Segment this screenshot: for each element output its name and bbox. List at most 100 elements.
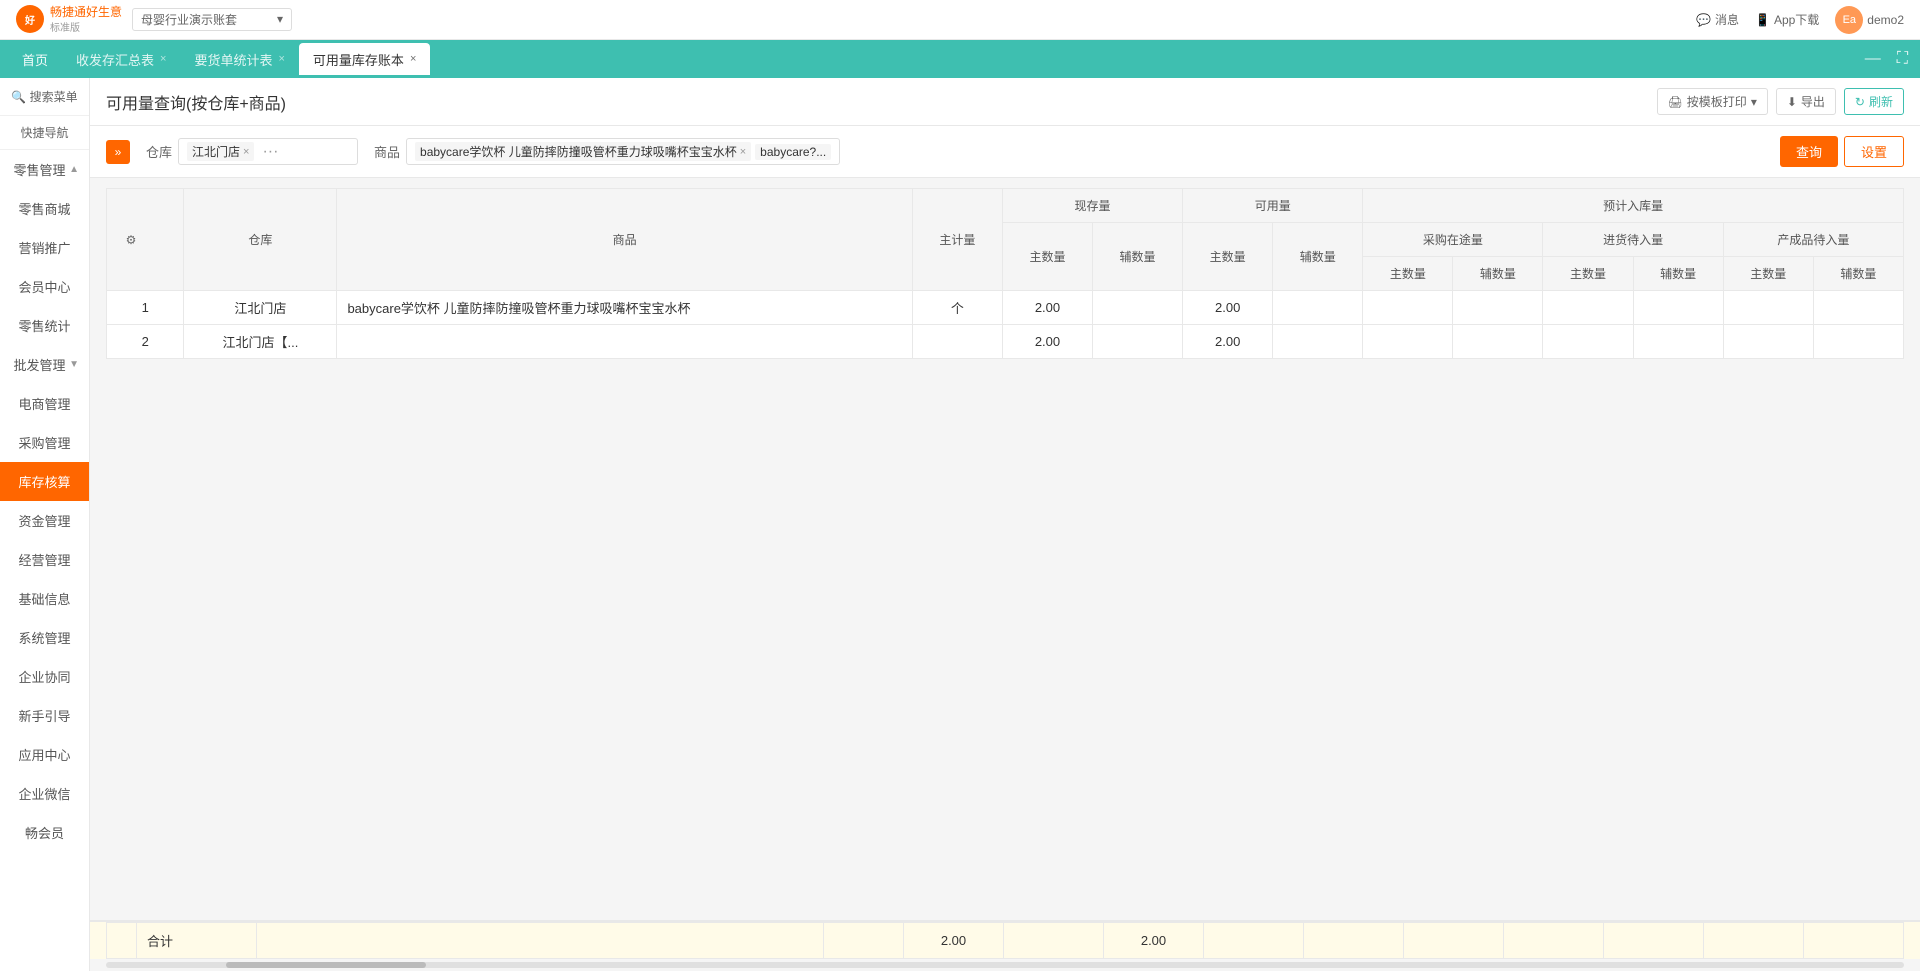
sidebar-item-enterprise[interactable]: 企业协同 xyxy=(0,657,89,696)
table-settings-icon[interactable]: ⚙ xyxy=(117,226,145,254)
sidebar-item-finance-mgmt[interactable]: 资金管理 xyxy=(0,501,89,540)
tab-order-close[interactable]: × xyxy=(278,53,284,65)
tab-home-label: 首页 xyxy=(22,50,48,69)
sidebar-item-marketing[interactable]: 营销推广 xyxy=(0,228,89,267)
logo-area: 好 畅捷通好生意 标准版 xyxy=(16,5,122,34)
tab-home[interactable]: 首页 xyxy=(8,43,62,75)
sidebar-item-ops-mgmt[interactable]: 经营管理 xyxy=(0,540,89,579)
row2-avail-aux xyxy=(1273,325,1363,359)
sidebar-ops-mgmt-label: 经营管理 xyxy=(10,550,79,569)
row2-product xyxy=(337,325,912,359)
sidebar-item-purchase-mgmt[interactable]: 采购管理 xyxy=(0,423,89,462)
settings-btn[interactable]: 设置 xyxy=(1844,136,1904,167)
product-label: 商品 xyxy=(374,142,400,161)
total-prod-main xyxy=(1704,923,1804,959)
filter-toggle-btn[interactable]: » xyxy=(106,140,130,164)
product-tag-1-text: babycare学饮杯 儿童防摔防撞吸管杯重力球吸嘴杯宝宝水杯 xyxy=(420,143,737,160)
row2-no: 2 xyxy=(107,325,184,359)
tab-inventory[interactable]: 可用量库存账本 × xyxy=(299,43,430,75)
refresh-btn[interactable]: ↻ 刷新 xyxy=(1844,88,1904,115)
sidebar-item-inventory-mgmt[interactable]: 库存核算 xyxy=(0,462,89,501)
top-bar: 好 畅捷通好生意 标准版 母婴行业演示账套 ▾ 💬 消息 📱 App下载 Ea … xyxy=(0,0,1920,40)
sidebar-new-guide-label: 新手引导 xyxy=(10,706,79,725)
query-btn[interactable]: 查询 xyxy=(1780,136,1838,167)
row1-mainunit: 个 xyxy=(912,291,1002,325)
tab-inventory-label: 可用量库存账本 xyxy=(313,50,404,69)
tab-order-label: 要货单统计表 xyxy=(194,50,272,69)
total-avail-main: 2.00 xyxy=(1104,923,1204,959)
page-title: 可用量查询(按仓库+商品) xyxy=(106,90,286,114)
sidebar-search[interactable]: 🔍 搜索菜单 xyxy=(0,78,89,116)
total-empty-1 xyxy=(107,923,137,959)
col-stock-header: 现存量 xyxy=(1002,189,1182,223)
warehouse-filter: 仓库 江北门店 × ··· xyxy=(146,138,358,165)
logo-icon: 好 xyxy=(16,5,44,33)
sidebar-enterprise-label: 企业协同 xyxy=(10,667,79,686)
row2-purchase-main xyxy=(1363,325,1453,359)
sidebar-enterprise-wechat-label: 企业微信 xyxy=(10,784,79,803)
tab-receive-close[interactable]: × xyxy=(160,53,166,65)
top-bar-left: 好 畅捷通好生意 标准版 母婴行业演示账套 ▾ xyxy=(16,5,292,34)
print-btn[interactable]: 🖨 按模板打印 ▾ xyxy=(1657,88,1768,115)
total-stock-main: 2.00 xyxy=(904,923,1004,959)
tab-receive[interactable]: 收发存汇总表 × xyxy=(62,43,180,75)
sidebar-item-wholesale-mgmt[interactable]: 批发管理 ▼ xyxy=(0,345,89,384)
scroll-bar-area xyxy=(90,959,1920,971)
product-tag-1: babycare学饮杯 儿童防摔防撞吸管杯重力球吸嘴杯宝宝水杯 × xyxy=(415,142,751,161)
app-download-btn[interactable]: 📱 App下载 xyxy=(1755,11,1819,28)
sidebar-item-vip-member[interactable]: 畅会员 xyxy=(0,813,89,852)
sidebar-item-enterprise-wechat[interactable]: 企业微信 xyxy=(0,774,89,813)
sidebar-item-member[interactable]: 会员中心 xyxy=(0,267,89,306)
export-btn[interactable]: ⬇ 导出 xyxy=(1776,88,1836,115)
industry-select[interactable]: 母婴行业演示账套 ▾ xyxy=(132,8,292,31)
tab-minimize-btn[interactable]: — xyxy=(1861,46,1885,72)
col-prod-pending-header: 产成品待入量 xyxy=(1723,223,1903,257)
warehouse-dots[interactable]: ··· xyxy=(262,143,278,161)
total-inbound-aux xyxy=(1604,923,1704,959)
top-bar-right: 💬 消息 📱 App下载 Ea demo2 xyxy=(1696,6,1904,34)
chevron-down-icon: ▾ xyxy=(277,12,283,26)
col-forecast-header: 预计入库量 xyxy=(1363,189,1904,223)
search-icon: 🔍 xyxy=(11,90,26,104)
tab-inventory-close[interactable]: × xyxy=(410,53,416,65)
col-product-header: 商品 xyxy=(337,189,912,291)
print-icon: 🖨 xyxy=(1668,95,1683,109)
total-label: 合计 xyxy=(137,923,257,959)
user-label: demo2 xyxy=(1867,13,1904,27)
app-icon: 📱 xyxy=(1755,13,1770,27)
logo-text-block: 畅捷通好生意 标准版 xyxy=(50,5,122,34)
message-btn[interactable]: 💬 消息 xyxy=(1696,11,1739,28)
product-input[interactable]: babycare学饮杯 儿童防摔防撞吸管杯重力球吸嘴杯宝宝水杯 × babyca… xyxy=(406,138,840,165)
warehouse-input[interactable]: 江北门店 × ··· xyxy=(178,138,358,165)
warehouse-tag-close[interactable]: × xyxy=(243,146,249,158)
filter-area: » 仓库 江北门店 × ··· 商品 babycare学饮杯 儿童防摔防撞吸管杯… xyxy=(90,126,1920,178)
sidebar-item-new-guide[interactable]: 新手引导 xyxy=(0,696,89,735)
product-tag-1-close[interactable]: × xyxy=(740,146,746,158)
row1-prod-main xyxy=(1723,291,1813,325)
col-avail-aux-header: 辅数量 xyxy=(1273,223,1363,291)
scroll-track[interactable] xyxy=(106,962,1904,968)
print-label: 按模板打印 xyxy=(1687,93,1747,110)
user-area[interactable]: Ea demo2 xyxy=(1835,6,1904,34)
sidebar-retail-stats-label: 零售统计 xyxy=(10,316,79,335)
table-footer: 合计 2.00 2.00 xyxy=(90,920,1920,959)
tab-maximize-btn[interactable]: ⛶ xyxy=(1893,46,1912,72)
col-mainunit-header: 主计量 xyxy=(912,189,1002,291)
sidebar-quick-nav[interactable]: 快捷导航 xyxy=(0,116,89,150)
sidebar-item-retail-shop[interactable]: 零售商城 xyxy=(0,189,89,228)
sidebar-item-ecom-mgmt[interactable]: 电商管理 xyxy=(0,384,89,423)
sidebar-member-label: 会员中心 xyxy=(10,277,79,296)
tab-bar-actions: — ⛶ xyxy=(1861,46,1912,72)
sidebar-item-app-center[interactable]: 应用中心 xyxy=(0,735,89,774)
scroll-thumb[interactable] xyxy=(226,962,426,968)
row2-inbound-main xyxy=(1543,325,1633,359)
content-area: 可用量查询(按仓库+商品) 🖨 按模板打印 ▾ ⬇ 导出 ↻ 刷新 xyxy=(90,78,1920,971)
sidebar-basic-info-label: 基础信息 xyxy=(10,589,79,608)
row2-avail-main: 2.00 xyxy=(1183,325,1273,359)
sidebar-item-basic-info[interactable]: 基础信息 xyxy=(0,579,89,618)
tab-receive-label: 收发存汇总表 xyxy=(76,50,154,69)
sidebar-item-sys-mgmt[interactable]: 系统管理 xyxy=(0,618,89,657)
sidebar-item-retail-stats[interactable]: 零售统计 xyxy=(0,306,89,345)
sidebar-item-retail-mgmt[interactable]: 零售管理 ▲ xyxy=(0,150,89,189)
tab-order[interactable]: 要货单统计表 × xyxy=(180,43,298,75)
